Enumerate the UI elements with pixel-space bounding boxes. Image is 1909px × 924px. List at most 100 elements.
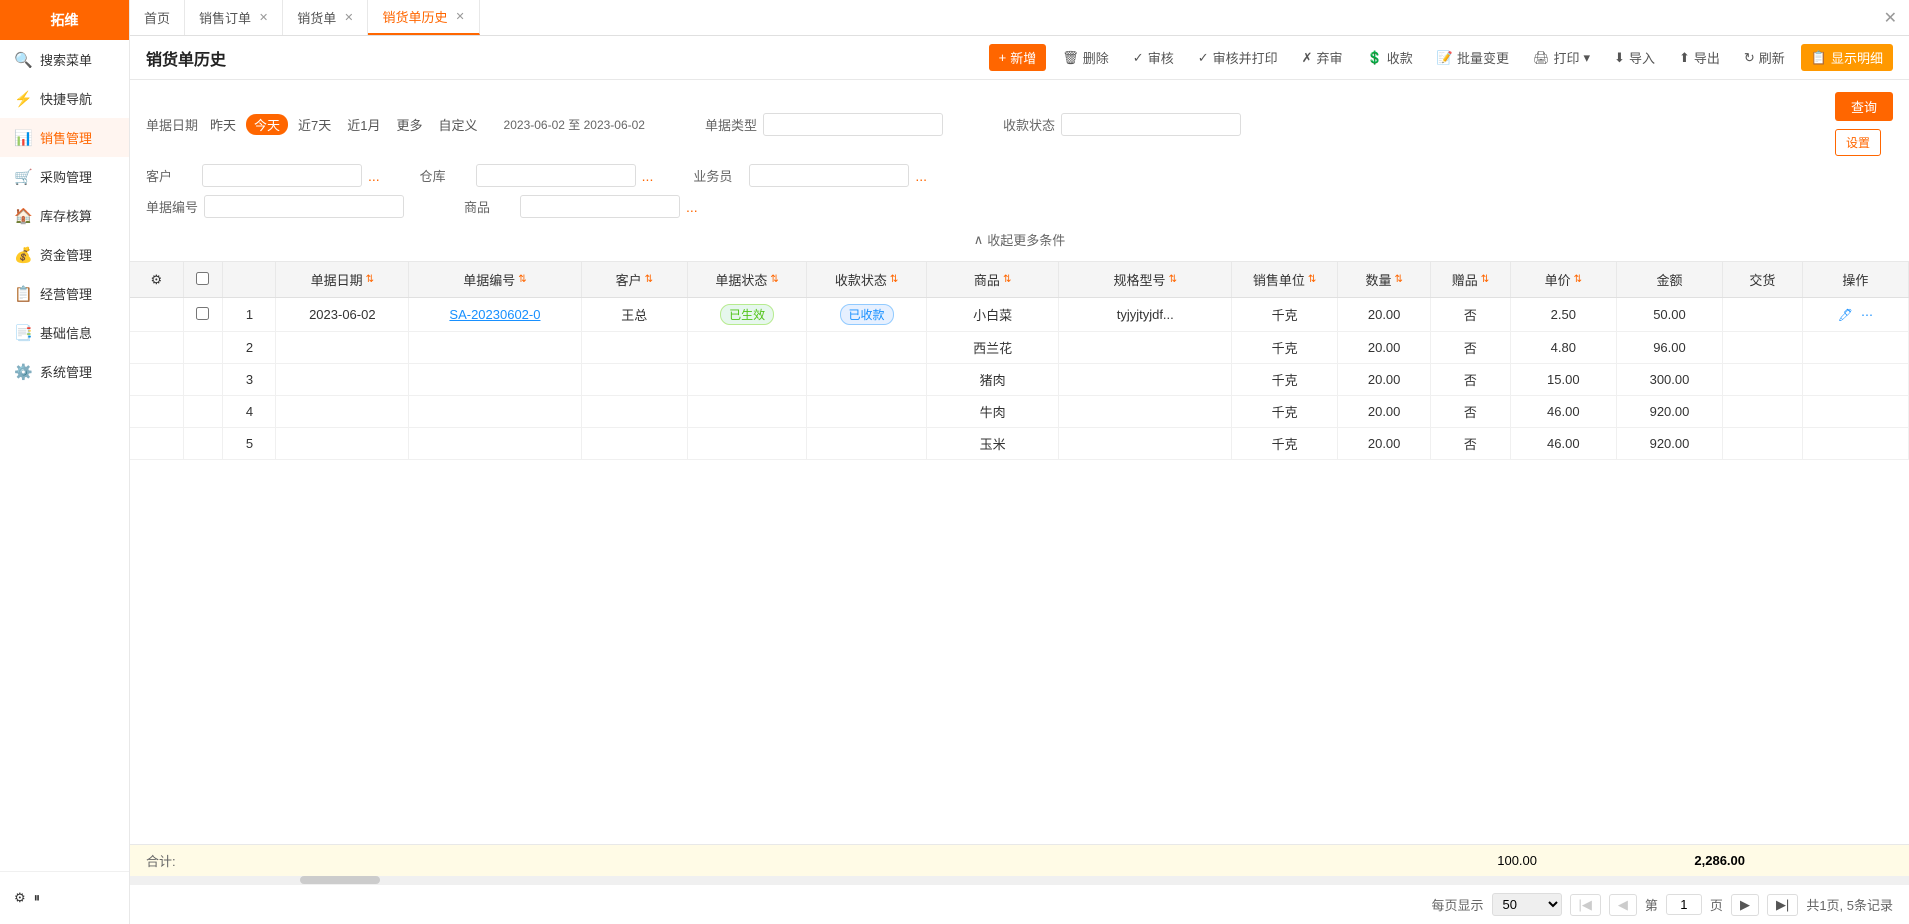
sidebar-item-quick-nav[interactable]: ⚡ 快捷导航 xyxy=(0,79,129,118)
row-unit: 千克 xyxy=(1232,332,1338,364)
collapse-arrow-icon: ∧ xyxy=(974,232,984,248)
row-spec: tyjyjtyjdf... xyxy=(1059,298,1232,332)
tab-sales-goods[interactable]: 销货单 ✕ xyxy=(283,0,368,35)
goods-input[interactable] xyxy=(520,195,680,218)
page-size-select[interactable]: 50 10 20 100 xyxy=(1492,893,1562,916)
delete-button[interactable]: 🗑 删除 xyxy=(1054,44,1117,71)
th-doc-status[interactable]: 单据状态⇅ xyxy=(687,262,806,298)
filter-row-3: 单据编号 商品 ... xyxy=(146,195,1893,218)
receive-label: 收款 xyxy=(1387,48,1413,67)
date-more-btn[interactable]: 更多 xyxy=(391,114,429,135)
export-button[interactable]: ⬆ 导出 xyxy=(1671,44,1728,71)
goods-dots[interactable]: ... xyxy=(686,199,698,215)
filter-date: 单据日期 昨天 今天 近7天 近1月 更多 自定义 xyxy=(146,114,484,135)
batch-change-button[interactable]: 📝 批量变更 xyxy=(1429,44,1517,71)
th-payment-status[interactable]: 收款状态⇅ xyxy=(807,262,926,298)
row-payment-status: 已收款 xyxy=(807,298,926,332)
sidebar-item-purchase-mgmt[interactable]: 🛒 采购管理 xyxy=(0,157,129,196)
first-page-btn[interactable]: |◀ xyxy=(1570,894,1601,916)
th-qty[interactable]: 数量⇅ xyxy=(1338,262,1431,298)
date-today-btn[interactable]: 今天 xyxy=(246,114,288,135)
sidebar-item-sys-mgmt[interactable]: ⚙️ 系统管理 xyxy=(0,352,129,391)
search-icon: 🔍 xyxy=(14,51,32,69)
sidebar-item-inventory[interactable]: 🏠 库存核算 xyxy=(0,196,129,235)
tab-sales-history-label: 销货单历史 xyxy=(382,7,447,26)
doc-type-select[interactable] xyxy=(763,113,943,136)
audit-button[interactable]: ✓ 审核 xyxy=(1125,44,1182,71)
collapse-btn[interactable]: ∧ 收起更多条件 xyxy=(146,226,1893,253)
select-all-checkbox[interactable] xyxy=(196,272,209,285)
settings-button[interactable]: 设置 xyxy=(1835,129,1881,156)
doc-no-input[interactable] xyxy=(204,195,404,218)
refresh-button[interactable]: ↻ 刷新 xyxy=(1736,44,1793,71)
receive-button[interactable]: 💲 收款 xyxy=(1359,44,1421,71)
add-button[interactable]: + 新增 xyxy=(989,44,1047,71)
doc-no-link[interactable]: SA-20230602-0 xyxy=(449,307,540,322)
customer-input[interactable] xyxy=(202,164,362,187)
sales-icon: 📊 xyxy=(14,129,32,147)
footer-qty: 100.00 xyxy=(1007,853,1537,868)
last-page-btn[interactable]: ▶| xyxy=(1767,894,1798,916)
sidebar-item-finance-mgmt[interactable]: 💰 资金管理 xyxy=(0,235,129,274)
table-row: 2西兰花千克20.00否4.8096.00 xyxy=(130,332,1909,364)
th-gear[interactable]: ⚙ xyxy=(130,262,183,298)
filter-area: 单据日期 昨天 今天 近7天 近1月 更多 自定义 2023-06-02 至 2… xyxy=(130,80,1909,262)
th-checkbox[interactable] xyxy=(183,262,223,298)
sidebar-item-biz-mgmt[interactable]: 📋 经营管理 xyxy=(0,274,129,313)
th-goods[interactable]: 商品⇅ xyxy=(926,262,1059,298)
import-button[interactable]: ⬇ 导入 xyxy=(1606,44,1663,71)
date-yesterday-btn[interactable]: 昨天 xyxy=(204,114,242,135)
row-payment-status xyxy=(807,396,926,428)
sidebar-item-sales-mgmt[interactable]: 📊 销售管理 xyxy=(0,118,129,157)
payment-status-select[interactable] xyxy=(1061,113,1241,136)
date-1month-btn[interactable]: 近1月 xyxy=(341,114,386,135)
th-doc-no[interactable]: 单据编号⇅ xyxy=(409,262,582,298)
th-doc-date[interactable]: 单据日期⇅ xyxy=(276,262,409,298)
operate-more-btn[interactable]: ⋯ xyxy=(1857,306,1877,324)
audit-print-button[interactable]: ✓ 审核并打印 xyxy=(1190,44,1286,71)
sidebar-item-basic-info[interactable]: 📑 基础信息 xyxy=(0,313,129,352)
th-spec[interactable]: 规格型号⇅ xyxy=(1059,262,1232,298)
sidebar: 拓维 🔍 搜索菜单 ⚡ 快捷导航 📊 销售管理 🛒 采购管理 🏠 库存核算 💰 … xyxy=(0,0,130,924)
sidebar-bottom-item[interactable]: ⚙ ⏸ xyxy=(0,880,129,916)
show-detail-button[interactable]: 📋 显示明细 xyxy=(1801,44,1893,71)
date-7days-btn[interactable]: 近7天 xyxy=(292,114,337,135)
tab-sales-goods-close[interactable]: ✕ xyxy=(344,11,353,24)
filter-warehouse: 仓库 ... xyxy=(420,164,654,187)
salesperson-dots[interactable]: ... xyxy=(915,168,927,184)
tab-sales-history-close[interactable]: ✕ xyxy=(456,10,465,23)
warehouse-label: 仓库 xyxy=(420,166,470,185)
th-amount: 金额 xyxy=(1616,262,1722,298)
operate-view-btn[interactable]: 🖊 xyxy=(1834,306,1857,324)
th-unit[interactable]: 销售单位⇅ xyxy=(1232,262,1338,298)
row-checkbox-cell xyxy=(183,428,223,460)
sidebar-item-search-menu[interactable]: 🔍 搜索菜单 xyxy=(0,40,129,79)
tab-sales-history[interactable]: 销货单历史 ✕ xyxy=(368,0,479,35)
tab-sales-order[interactable]: 销售订单 ✕ xyxy=(185,0,283,35)
warehouse-input[interactable] xyxy=(476,164,636,187)
row-checkbox[interactable] xyxy=(196,307,209,320)
tab-sales-order-close[interactable]: ✕ xyxy=(259,11,268,24)
date-custom-btn[interactable]: 自定义 xyxy=(433,114,484,135)
tab-home[interactable]: 首页 xyxy=(130,0,185,35)
prev-page-btn[interactable]: ◀ xyxy=(1609,894,1637,916)
query-button[interactable]: 查询 xyxy=(1835,92,1893,121)
abandon-button[interactable]: ✗ 弃审 xyxy=(1294,44,1351,71)
window-close-btn[interactable]: ✕ xyxy=(1872,8,1909,28)
th-customer[interactable]: 客户⇅ xyxy=(581,262,687,298)
row-doc-date xyxy=(276,428,409,460)
customer-dots[interactable]: ... xyxy=(368,168,380,184)
next-page-btn[interactable]: ▶ xyxy=(1731,894,1759,916)
horizontal-scrollbar[interactable] xyxy=(130,876,1909,884)
footer-label: 合计: xyxy=(146,851,176,870)
page-number-input[interactable] xyxy=(1666,894,1702,915)
warehouse-dots[interactable]: ... xyxy=(642,168,654,184)
row-unit-price: 2.50 xyxy=(1510,298,1616,332)
th-gift[interactable]: 赠品⇅ xyxy=(1431,262,1511,298)
scrollbar-thumb[interactable] xyxy=(300,876,380,884)
salesperson-input[interactable] xyxy=(749,164,909,187)
th-operate: 操作 xyxy=(1802,262,1908,298)
th-unit-price[interactable]: 单价⇅ xyxy=(1510,262,1616,298)
print-button[interactable]: 🖨 打印 ▾ xyxy=(1525,44,1598,71)
row-qty: 20.00 xyxy=(1338,298,1431,332)
